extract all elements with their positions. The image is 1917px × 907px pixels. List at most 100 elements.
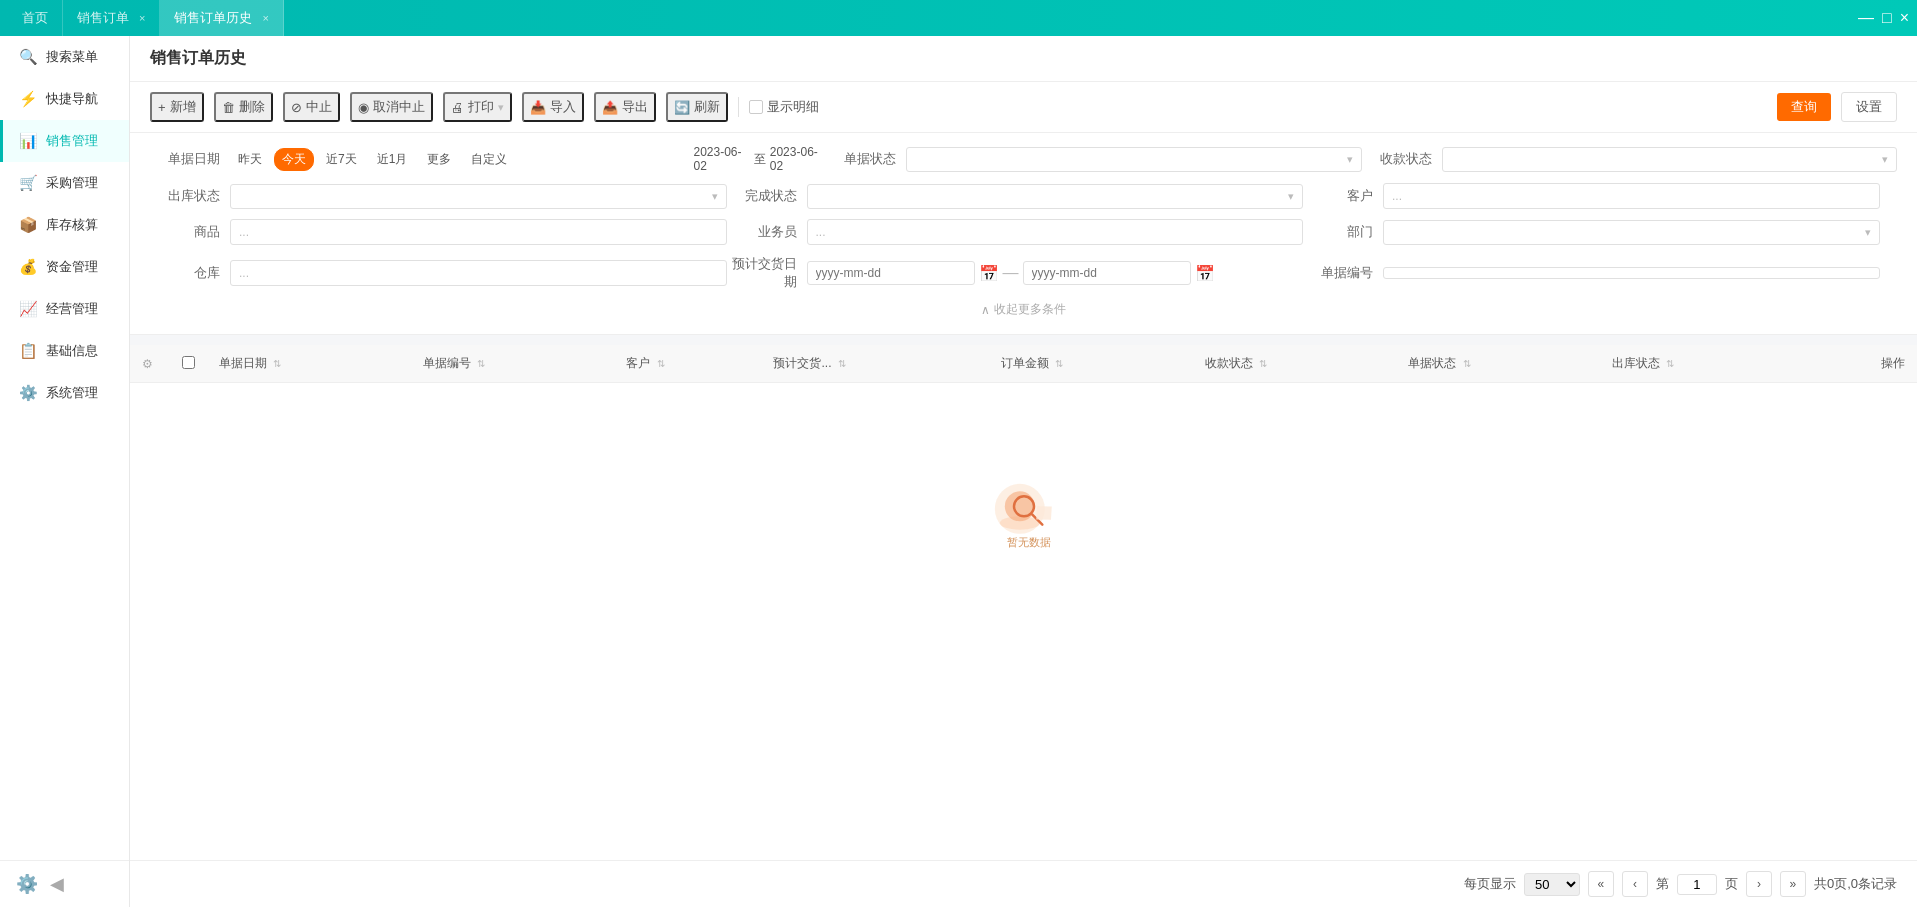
customer-label: 客户 [1303, 187, 1383, 205]
calendar-to-icon[interactable]: 📅 [1195, 264, 1215, 283]
page-header: 销售订单历史 [130, 36, 1917, 82]
delivery-sort-icon[interactable]: ⇅ [838, 358, 846, 369]
order-no-input[interactable] [1383, 267, 1880, 279]
sidebar-item-purchase-mgmt[interactable]: 🛒 采购管理 [0, 162, 129, 204]
sidebar-label-finance: 资金管理 [46, 258, 98, 276]
import-icon: 📥 [530, 100, 546, 115]
sidebar-icon-inventory: 📦 [19, 216, 38, 234]
delivery-date-to[interactable] [1023, 261, 1191, 285]
th-amount: 订单金额 ⇅ [989, 345, 1193, 383]
delivery-date-from[interactable] [807, 261, 975, 285]
tab-close-icon[interactable]: × [139, 12, 145, 24]
dept-input[interactable]: ▾ [1383, 220, 1880, 245]
status-input[interactable]: ▾ [906, 147, 1361, 172]
select-all-checkbox[interactable] [182, 356, 195, 369]
th-outbound-status: 出库状态 ⇅ [1600, 345, 1804, 383]
tab-close-icon[interactable]: × [262, 12, 268, 24]
prev-page-btn[interactable]: ‹ [1622, 871, 1648, 897]
th-order-no: 单据编号 ⇅ [411, 345, 615, 383]
sidebar-settings-icon[interactable]: ⚙️ [16, 873, 38, 895]
outbound-input[interactable]: ▾ [230, 184, 727, 209]
cancel-stop-icon: ◉ [358, 100, 369, 115]
top-bar: 首页销售订单×销售订单历史× — □ × [0, 0, 1917, 36]
order-no-sort-icon[interactable]: ⇅ [477, 358, 485, 369]
export-button[interactable]: 📤 导出 [594, 92, 656, 122]
customer-input[interactable]: ... [1383, 183, 1880, 209]
new-button[interactable]: + 新增 [150, 92, 204, 122]
tab-label: 销售订单 [77, 9, 129, 27]
sidebar-item-search-menu[interactable]: 🔍 搜索菜单 [0, 36, 129, 78]
calendar-from-icon[interactable]: 📅 [979, 264, 999, 283]
settings-icon[interactable]: ⚙ [142, 357, 153, 371]
table-header-row: ⚙ 单据日期 ⇅ 单据编号 [130, 345, 1917, 383]
sidebar-item-quick-nav[interactable]: ⚡ 快捷导航 [0, 78, 129, 120]
sidebar-item-system-mgmt[interactable]: ⚙️ 系统管理 [0, 372, 129, 414]
sidebar-collapse-icon[interactable]: ◀ [50, 873, 64, 895]
page-number-input[interactable] [1677, 874, 1717, 895]
amount-sort-icon[interactable]: ⇅ [1055, 358, 1063, 369]
date-label: 单据日期 [150, 150, 230, 168]
sidebar-item-finance[interactable]: 💰 资金管理 [0, 246, 129, 288]
window-maximize-icon[interactable]: × [1900, 9, 1909, 27]
next-page-btn[interactable]: › [1746, 871, 1772, 897]
cancel-stop-button[interactable]: ◉ 取消中止 [350, 92, 433, 122]
sidebar-item-operations[interactable]: 📈 经营管理 [0, 288, 129, 330]
receipt-status-sort-icon[interactable]: ⇅ [1259, 358, 1267, 369]
sidebar-item-basic-info[interactable]: 📋 基础信息 [0, 330, 129, 372]
date-more-btn[interactable]: 更多 [419, 148, 459, 171]
stop-button[interactable]: ⊘ 中止 [283, 92, 340, 122]
sidebar-label-operations: 经营管理 [46, 300, 98, 318]
import-button[interactable]: 📥 导入 [522, 92, 584, 122]
query-button[interactable]: 查询 [1777, 93, 1831, 121]
th-settings[interactable]: ⚙ [130, 345, 170, 383]
sidebar-label-inventory: 库存核算 [46, 216, 98, 234]
collapse-row[interactable]: ∧ 收起更多条件 [150, 297, 1897, 322]
th-delivery-date: 预计交货... ⇅ [761, 345, 988, 383]
page-size-select[interactable]: 50 10 20 100 [1524, 873, 1580, 896]
date-from-value: 2023-06-02 [693, 145, 749, 173]
th-order-status: 单据状态 ⇅ [1396, 345, 1600, 383]
salesman-input[interactable]: ... [807, 219, 1304, 245]
page-word: 第 [1656, 875, 1669, 893]
print-button[interactable]: 🖨 打印 ▾ [443, 92, 512, 122]
date-custom-btn[interactable]: 自定义 [463, 148, 515, 171]
date-sort-icon[interactable]: ⇅ [273, 358, 281, 369]
window-minimize-icon[interactable]: □ [1882, 9, 1892, 27]
window-close-icon[interactable]: — [1858, 9, 1874, 27]
th-checkbox[interactable] [170, 345, 207, 383]
warehouse-input[interactable]: ... [230, 260, 727, 286]
display-toggle[interactable]: 显示明细 [749, 98, 819, 116]
date-yesterday-btn[interactable]: 昨天 [230, 148, 270, 171]
date-range-dash: — [1003, 264, 1019, 282]
goods-input[interactable]: ... [230, 219, 727, 245]
date-last7-btn[interactable]: 近7天 [318, 148, 365, 171]
th-actions: 操作 [1804, 345, 1917, 383]
tab-sales-order[interactable]: 销售订单 × [63, 0, 160, 36]
delete-button[interactable]: 🗑 删除 [214, 92, 273, 122]
sidebar-item-inventory[interactable]: 📦 库存核算 [0, 204, 129, 246]
refresh-button[interactable]: 🔄 刷新 [666, 92, 728, 122]
dept-dropdown-arrow: ▾ [1865, 226, 1871, 239]
tab-home[interactable]: 首页 [8, 0, 63, 36]
date-today-btn[interactable]: 今天 [274, 148, 314, 171]
display-toggle-checkbox[interactable] [749, 100, 763, 114]
date-last1month-btn[interactable]: 近1月 [369, 148, 416, 171]
complete-input[interactable]: ▾ [807, 184, 1304, 209]
pagination-summary: 共0页,0条记录 [1814, 875, 1897, 893]
print-icon: 🖨 [451, 100, 464, 115]
outbound-status-sort-icon[interactable]: ⇅ [1666, 358, 1674, 369]
last-page-btn[interactable]: » [1780, 871, 1806, 897]
svg-text:暂无数据: 暂无数据 [1007, 536, 1051, 548]
customer-sort-icon[interactable]: ⇅ [657, 358, 665, 369]
tab-sales-order-history[interactable]: 销售订单历史× [160, 0, 283, 36]
setting-button[interactable]: 设置 [1841, 92, 1897, 122]
data-table: ⚙ 单据日期 ⇅ 单据编号 [130, 345, 1917, 383]
tab-label: 首页 [22, 9, 48, 27]
order-status-sort-icon[interactable]: ⇅ [1463, 358, 1471, 369]
pagination-bar: 每页显示 50 10 20 100 « ‹ 第 页 › » 共0页,0条记录 [130, 860, 1917, 907]
receipt-status-input[interactable]: ▾ [1442, 147, 1897, 172]
sidebar-label-system-mgmt: 系统管理 [46, 384, 98, 402]
first-page-btn[interactable]: « [1588, 871, 1614, 897]
complete-label: 完成状态 [727, 187, 807, 205]
sidebar-item-sales-mgmt[interactable]: 📊 销售管理 [0, 120, 129, 162]
